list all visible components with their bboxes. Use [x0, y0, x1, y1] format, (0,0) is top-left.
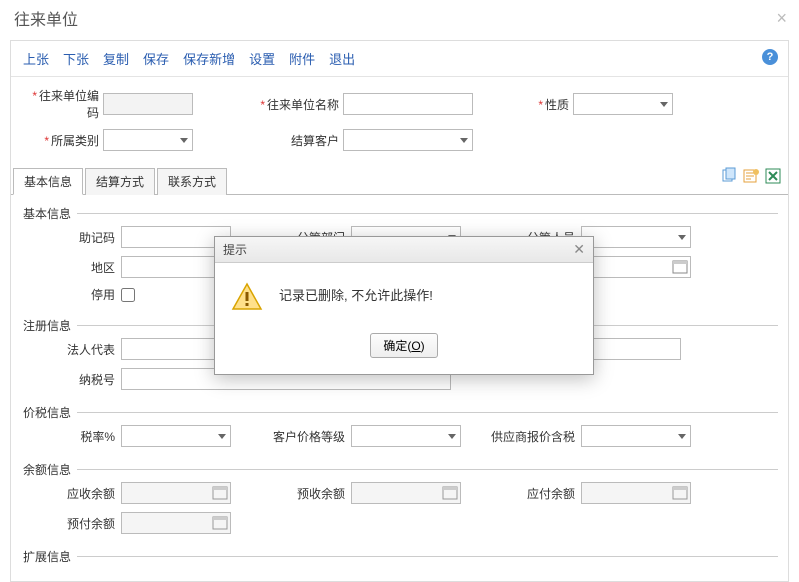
section-basic-legend: 基本信息 [21, 205, 77, 222]
supplier-tax-select[interactable] [581, 425, 691, 447]
warning-icon [231, 281, 263, 313]
tab-contact[interactable]: 联系方式 [157, 168, 227, 195]
dialog-message: 记录已删除, 不允许此操作! [279, 281, 433, 304]
tax-rate-label: 税率% [61, 428, 121, 445]
section-ext: 扩展信息 [21, 548, 778, 565]
ap-input[interactable] [581, 482, 691, 504]
settings-button[interactable]: 设置 [249, 49, 275, 68]
copy-icon[interactable] [720, 167, 738, 185]
dialog-close-icon[interactable]: ✕ [573, 241, 585, 258]
region-label: 地区 [61, 259, 121, 276]
copy-button[interactable]: 复制 [103, 49, 129, 68]
code-label: *往来单位编码 [23, 87, 103, 121]
adv-recv-label: 预收余额 [291, 485, 351, 502]
settle-customer-label: 结算客户 [243, 132, 343, 149]
person-select[interactable] [581, 226, 691, 248]
excel-icon[interactable] [764, 167, 782, 185]
section-balance: 余额信息 应收余额 预收余额 应付余额 预付余额 [21, 461, 778, 538]
close-icon[interactable]: × [776, 8, 787, 29]
category-label: *所属类别 [23, 132, 103, 149]
tax-no-label: 纳税号 [61, 371, 121, 388]
adv-pay-label: 预付余额 [61, 515, 121, 532]
tab-basic[interactable]: 基本信息 [13, 168, 83, 195]
ap-label: 应付余额 [521, 485, 581, 502]
adv-pay-input[interactable] [121, 512, 231, 534]
save-button[interactable]: 保存 [143, 49, 169, 68]
nature-label: *性质 [503, 96, 573, 113]
toolbar: 上张 下张 复制 保存 保存新增 设置 附件 退出 ? [11, 41, 788, 77]
section-balance-legend: 余额信息 [21, 461, 77, 478]
alert-dialog: 提示 ✕ 记录已删除, 不允许此操作! 确定(O) [214, 236, 594, 375]
adv-recv-input[interactable] [351, 482, 461, 504]
section-tax: 价税信息 税率% 客户价格等级 供应商报价含税 [21, 404, 778, 451]
section-tax-legend: 价税信息 [21, 404, 77, 421]
nature-select[interactable] [573, 93, 673, 115]
legal-rep-label: 法人代表 [61, 341, 121, 358]
disable-label: 停用 [61, 286, 121, 303]
export-icon[interactable] [742, 167, 760, 185]
disable-checkbox[interactable] [121, 288, 135, 302]
page-title: 往来单位 [14, 6, 78, 30]
next-button[interactable]: 下张 [63, 49, 89, 68]
save-new-button[interactable]: 保存新增 [183, 49, 235, 68]
name-label: *往来单位名称 [243, 96, 343, 113]
tab-settle[interactable]: 结算方式 [85, 168, 155, 195]
category-select[interactable] [103, 129, 193, 151]
tax-rate-select[interactable] [121, 425, 231, 447]
prev-button[interactable]: 上张 [23, 49, 49, 68]
attachment-button[interactable]: 附件 [289, 49, 315, 68]
cust-price-level-label: 客户价格等级 [271, 428, 351, 445]
ar-input[interactable] [121, 482, 231, 504]
section-reg-legend: 注册信息 [21, 317, 77, 334]
code-input[interactable] [103, 93, 193, 115]
ar-label: 应收余额 [61, 485, 121, 502]
settle-customer-select[interactable] [343, 129, 473, 151]
create-date-input[interactable] [581, 256, 691, 278]
dialog-title: 提示 [223, 241, 247, 258]
cust-price-level-select[interactable] [351, 425, 461, 447]
ok-button[interactable]: 确定(O) [370, 333, 437, 358]
name-input[interactable] [343, 93, 473, 115]
exit-button[interactable]: 退出 [329, 49, 355, 68]
mnemonic-label: 助记码 [61, 229, 121, 246]
supplier-tax-label: 供应商报价含税 [491, 428, 581, 445]
help-icon[interactable]: ? [762, 49, 778, 65]
section-ext-legend: 扩展信息 [21, 548, 77, 565]
